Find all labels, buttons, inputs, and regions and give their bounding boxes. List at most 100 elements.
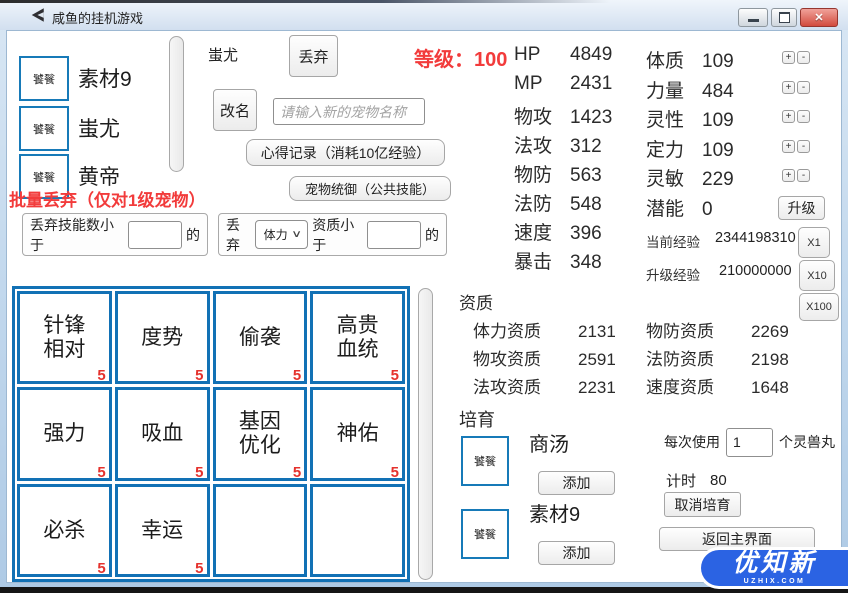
add-material-button-1[interactable]: 添加 [538, 471, 615, 495]
current-exp-value: 2344198310 [715, 230, 796, 246]
insight-record-button[interactable]: 心得记录（消耗10亿经验） [246, 139, 445, 166]
attr-label: 力量 [646, 81, 685, 102]
cultivation-slot-glyph: 饕餮 [474, 529, 496, 541]
pill-usage-row: 每次使用 个灵兽丸 [664, 427, 835, 457]
attr-value: 109 [702, 51, 734, 72]
skill-cell[interactable]: 必杀 5 [17, 483, 112, 577]
minus-button[interactable]: - [797, 81, 810, 94]
minimize-button[interactable] [738, 8, 768, 27]
stat-value: 312 [570, 136, 602, 157]
stat-value: 348 [570, 252, 602, 273]
pet-slot-1[interactable]: 饕餮 [19, 56, 69, 101]
apt-value: 2591 [578, 350, 616, 369]
plus-button[interactable]: + [782, 81, 795, 94]
cultivation-slot-2[interactable]: 饕餮 [461, 509, 509, 559]
skill-cell[interactable]: 基因优化 5 [212, 387, 308, 481]
pill-count-input[interactable] [726, 427, 773, 457]
skill-level: 5 [195, 463, 204, 481]
apt-label: 物防资质 [646, 322, 714, 341]
skill-grid-scrollbar[interactable] [418, 288, 433, 580]
plus-button[interactable]: + [782, 140, 795, 153]
minus-button[interactable]: - [797, 110, 810, 123]
stat-value: 563 [570, 165, 602, 186]
use-suffix: 个灵兽丸 [779, 434, 835, 450]
skill-cell[interactable]: 高贵血统 5 [310, 291, 405, 385]
discard-aptitude-input[interactable] [367, 220, 421, 249]
skill-cell[interactable]: 神佑 5 [310, 387, 405, 481]
skill-level: 5 [97, 560, 106, 577]
plus-button[interactable]: + [782, 51, 795, 64]
stat-value: 1423 [570, 107, 613, 128]
current-exp-label: 当前经验 [646, 235, 700, 250]
minus-button[interactable]: - [797, 51, 810, 64]
pet-command-button[interactable]: 宠物统御（公共技能） [289, 176, 451, 201]
pet-list-item-1[interactable]: 素材9 [78, 63, 132, 93]
plus-button[interactable]: + [782, 169, 795, 182]
aptitude-type-select[interactable]: 体力 ∨ [255, 220, 309, 249]
minus-button[interactable]: - [797, 140, 810, 153]
skill-cell[interactable]: 幸运 5 [114, 483, 210, 577]
rename-button[interactable]: 改名 [213, 89, 257, 131]
cultivation-slot-1[interactable]: 饕餮 [461, 436, 509, 486]
maximize-button[interactable] [771, 8, 797, 27]
batch-discard-title: 批量丢弃（仅对1级宠物） [9, 191, 206, 210]
skill-name: 针锋相对 [43, 314, 86, 361]
upgrade-button[interactable]: 升级 [778, 196, 825, 220]
titlebar-shadow [0, 0, 848, 3]
close-button[interactable]: ✕ [800, 8, 838, 27]
potential-label: 潜能 [646, 199, 685, 220]
skill-cell-empty[interactable] [310, 483, 405, 577]
attr-label: 体质 [646, 51, 685, 72]
maximize-icon [778, 12, 790, 23]
cancel-cultivation-button[interactable]: 取消培育 [664, 492, 741, 517]
pet-slot-glyph: 饕餮 [33, 171, 55, 184]
plus-button[interactable]: + [782, 110, 795, 123]
skill-level: 5 [97, 463, 106, 481]
stat-row: 速度 396 [514, 218, 602, 245]
skill-cell[interactable]: 度势 5 [114, 291, 210, 385]
pet-list-scrollbar[interactable] [169, 36, 184, 172]
watermark: 优知新 UZHIX.COM [698, 547, 848, 589]
use-prefix: 每次使用 [664, 434, 720, 450]
rename-input[interactable] [273, 98, 425, 125]
add-material-button-2[interactable]: 添加 [538, 541, 615, 565]
skill-cell[interactable]: 偷袭 5 [212, 291, 308, 385]
aptitude-type-value: 体力 [263, 228, 288, 242]
stat-label: 物攻 [514, 107, 553, 128]
skill-cell[interactable]: 针锋相对 5 [17, 291, 112, 385]
minimize-icon [747, 19, 759, 22]
skill-cell[interactable]: 强力 5 [17, 387, 112, 481]
discard-skillcount-input[interactable] [128, 220, 182, 249]
multiplier-x1-button[interactable]: X1 [798, 227, 830, 258]
chevron-down-icon: ∨ [290, 229, 302, 240]
skill-name: 强力 [43, 422, 86, 446]
apt-value: 2269 [751, 322, 789, 341]
main-content: 饕餮 饕餮 饕餮 素材9 蚩尤 黄帝 批量丢弃（仅对1级宠物） 丢弃技能数小于 … [6, 30, 842, 583]
aptitude-row: 体力资质 2131 物防资质 2269 [473, 317, 789, 342]
attr-row: 灵敏 229 [646, 164, 734, 191]
skill-name: 度势 [141, 325, 184, 349]
cultivation-pet-name-2: 素材9 [529, 504, 581, 526]
pet-list-item-2[interactable]: 蚩尤 [78, 113, 120, 143]
skill-cell[interactable]: 吸血 5 [114, 387, 210, 481]
minus-button[interactable]: - [797, 169, 810, 182]
titlebar[interactable]: 咸鱼的挂机游戏 ✕ [0, 0, 848, 30]
discard-apt-suffix: 的 [425, 226, 439, 243]
multiplier-x100-button[interactable]: X100 [799, 293, 839, 321]
apt-label: 法防资质 [646, 350, 714, 369]
stat-row: 暴击 348 [514, 247, 602, 274]
multiplier-x10-button[interactable]: X10 [799, 260, 835, 291]
discard-pet-button[interactable]: 丢弃 [289, 35, 338, 77]
discard-apt-middle: 资质小于 [312, 216, 355, 253]
timer-label: 计时 [666, 473, 697, 490]
apt-value: 2131 [578, 322, 616, 341]
skill-name: 必杀 [43, 518, 86, 542]
skill-level: 5 [292, 463, 302, 481]
attr-value: 109 [702, 110, 734, 131]
pet-slot-2[interactable]: 饕餮 [19, 106, 69, 151]
stat-value: 4849 [570, 44, 613, 65]
skill-cell-empty[interactable] [212, 483, 308, 577]
timer-row: 计时 80 [666, 470, 727, 491]
potential-value: 0 [702, 199, 713, 220]
skill-level: 5 [390, 367, 399, 385]
